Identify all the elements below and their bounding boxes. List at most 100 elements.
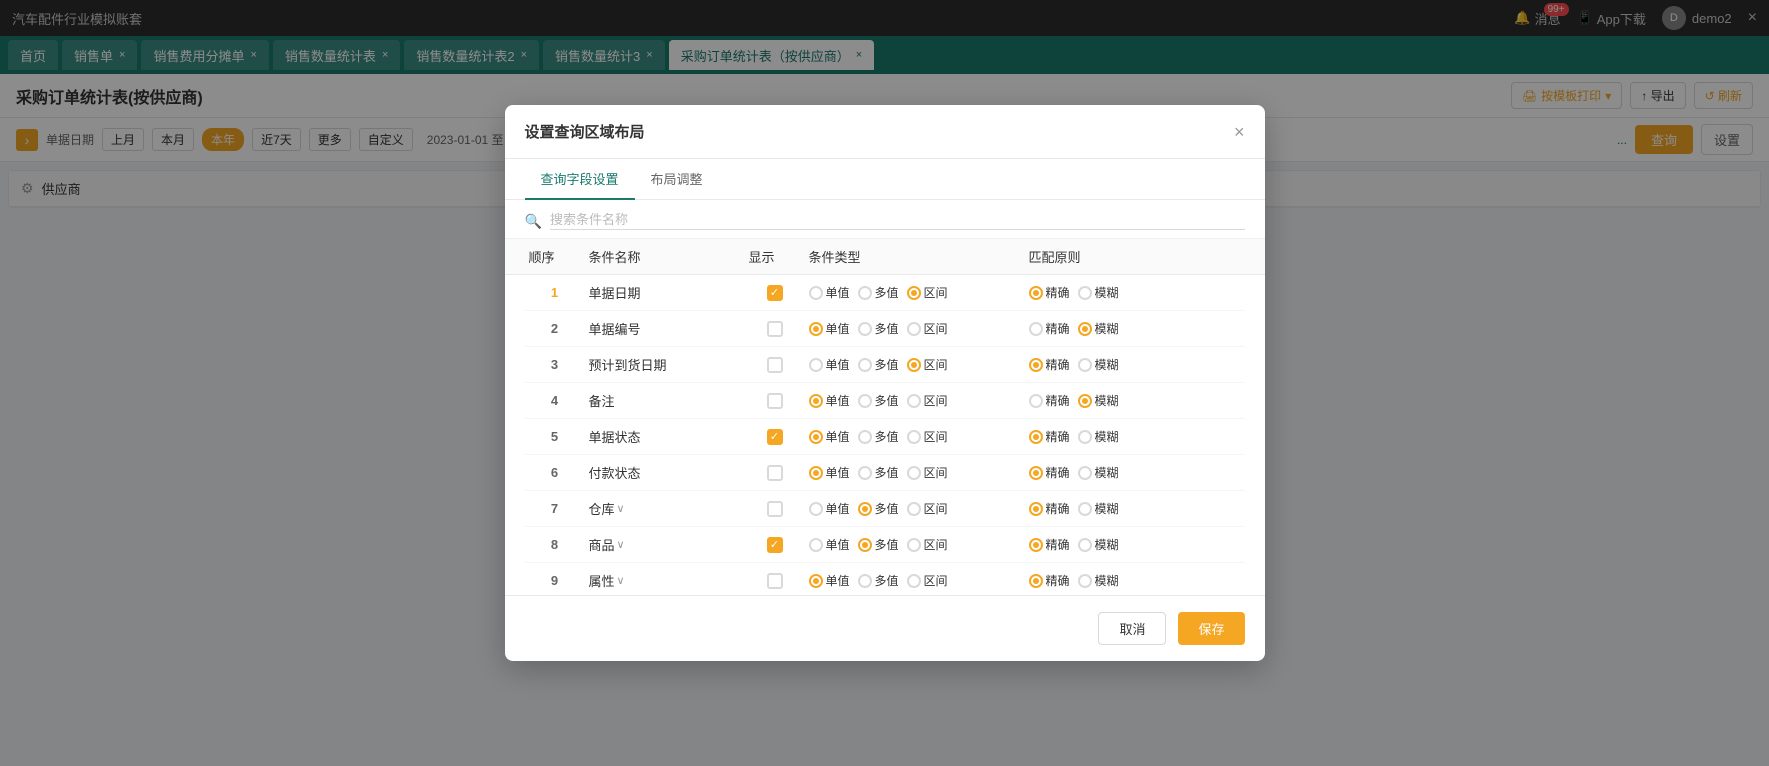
checkbox-6[interactable] xyxy=(767,465,783,481)
type-6: 单值 多值 区间 xyxy=(805,456,1025,489)
display-4[interactable] xyxy=(745,385,805,417)
match-radio-group-6: 精确 模糊 xyxy=(1029,464,1119,481)
type-radio-8-single[interactable]: 单值 xyxy=(809,536,850,553)
radio-circle xyxy=(1029,394,1043,408)
match-radio-2-fuzzy[interactable]: 模糊 xyxy=(1078,320,1119,337)
modal-footer: 取消 保存 xyxy=(505,595,1265,661)
cancel-button[interactable]: 取消 xyxy=(1098,612,1166,645)
match-radio-7-exact[interactable]: 精确 xyxy=(1029,500,1070,517)
radio-circle xyxy=(858,322,872,336)
type-radio-2-multi[interactable]: 多值 xyxy=(858,320,899,337)
type-radio-2-single[interactable]: 单值 xyxy=(809,320,850,337)
type-radio-4-single[interactable]: 单值 xyxy=(809,392,850,409)
type-radio-5-multi[interactable]: 多值 xyxy=(858,428,899,445)
type-radio-7-multi[interactable]: 多值 xyxy=(858,500,899,517)
type-radio-group-2: 单值 多值 区间 xyxy=(809,320,948,337)
display-8[interactable] xyxy=(745,529,805,561)
checkbox-2[interactable] xyxy=(767,321,783,337)
match-radio-8-exact[interactable]: 精确 xyxy=(1029,536,1070,553)
radio-circle xyxy=(1078,574,1092,588)
type-1: 单值 多值 区间 xyxy=(805,276,1025,309)
type-radio-9-single[interactable]: 单值 xyxy=(809,572,850,589)
type-radio-5-range[interactable]: 区间 xyxy=(907,428,948,445)
radio-circle xyxy=(907,394,921,408)
type-radio-group-6: 单值 多值 区间 xyxy=(809,464,948,481)
checkbox-4[interactable] xyxy=(767,393,783,409)
seq-8: 8 xyxy=(525,529,585,560)
match-radio-9-exact[interactable]: 精确 xyxy=(1029,572,1070,589)
seq-2: 2 xyxy=(525,313,585,344)
display-9[interactable] xyxy=(745,565,805,596)
search-icon: 🔍 xyxy=(525,213,542,230)
match-radio-4-exact[interactable]: 精确 xyxy=(1029,392,1070,409)
radio-circle-selected xyxy=(907,286,921,300)
type-radio-9-range[interactable]: 区间 xyxy=(907,572,948,589)
match-radio-1-fuzzy[interactable]: 模糊 xyxy=(1078,284,1119,301)
match-radio-3-exact[interactable]: 精确 xyxy=(1029,356,1070,373)
match-radio-4-fuzzy[interactable]: 模糊 xyxy=(1078,392,1119,409)
display-5[interactable] xyxy=(745,421,805,453)
modal-close-button[interactable]: × xyxy=(1234,123,1245,141)
tab-layout-adjust-label: 布局调整 xyxy=(651,172,703,187)
type-radio-8-multi[interactable]: 多值 xyxy=(858,536,899,553)
checkbox-5[interactable] xyxy=(767,429,783,445)
type-radio-6-single[interactable]: 单值 xyxy=(809,464,850,481)
type-radio-2-range[interactable]: 区间 xyxy=(907,320,948,337)
th-display: 显示 xyxy=(745,239,805,274)
radio-circle-selected xyxy=(1029,574,1043,588)
radio-circle-selected xyxy=(1029,502,1043,516)
checkbox-8[interactable] xyxy=(767,537,783,553)
type-radio-4-multi[interactable]: 多值 xyxy=(858,392,899,409)
type-radio-group-1: 单值 多值 区间 xyxy=(809,284,948,301)
match-radio-3-fuzzy[interactable]: 模糊 xyxy=(1078,356,1119,373)
display-2[interactable] xyxy=(745,313,805,345)
table-row: 1 单据日期 单值 多值 xyxy=(525,275,1245,311)
checkbox-7[interactable] xyxy=(767,501,783,517)
type-radio-3-single[interactable]: 单值 xyxy=(809,356,850,373)
type-radio-4-range[interactable]: 区间 xyxy=(907,392,948,409)
type-radio-5-single[interactable]: 单值 xyxy=(809,428,850,445)
tab-query-fields[interactable]: 查询字段设置 xyxy=(525,159,635,200)
modal-overlay: 设置查询区域布局 × 查询字段设置 布局调整 🔍 顺序 条件名称 显示 条件类型 xyxy=(0,0,1769,766)
radio-circle-selected xyxy=(1078,394,1092,408)
match-radio-group-2: 精确 模糊 xyxy=(1029,320,1119,337)
match-7: 精确 模糊 xyxy=(1025,492,1225,525)
match-radio-5-fuzzy[interactable]: 模糊 xyxy=(1078,428,1119,445)
match-radio-5-exact[interactable]: 精确 xyxy=(1029,428,1070,445)
radio-circle xyxy=(1078,358,1092,372)
save-button[interactable]: 保存 xyxy=(1178,612,1244,645)
match-radio-6-fuzzy[interactable]: 模糊 xyxy=(1078,464,1119,481)
match-radio-6-exact[interactable]: 精确 xyxy=(1029,464,1070,481)
checkbox-9[interactable] xyxy=(767,573,783,589)
name-2: 单据编号 xyxy=(585,311,745,346)
search-input[interactable] xyxy=(550,212,1245,230)
checkbox-1[interactable] xyxy=(767,285,783,301)
match-radio-7-fuzzy[interactable]: 模糊 xyxy=(1078,500,1119,517)
match-radio-8-fuzzy[interactable]: 模糊 xyxy=(1078,536,1119,553)
type-radio-3-range[interactable]: 区间 xyxy=(907,356,948,373)
type-radio-1-single[interactable]: 单值 xyxy=(809,284,850,301)
match-radio-1-exact[interactable]: 精确 xyxy=(1029,284,1070,301)
type-radio-3-multi[interactable]: 多值 xyxy=(858,356,899,373)
checkbox-3[interactable] xyxy=(767,357,783,373)
name-7: 仓库 ∨ xyxy=(585,491,745,526)
match-2: 精确 模糊 xyxy=(1025,312,1225,345)
match-radio-9-fuzzy[interactable]: 模糊 xyxy=(1078,572,1119,589)
type-radio-9-multi[interactable]: 多值 xyxy=(858,572,899,589)
type-radio-6-multi[interactable]: 多值 xyxy=(858,464,899,481)
type-radio-7-range[interactable]: 区间 xyxy=(907,500,948,517)
type-radio-7-single[interactable]: 单值 xyxy=(809,500,850,517)
tab-layout-adjust[interactable]: 布局调整 xyxy=(635,159,719,200)
match-radio-2-exact[interactable]: 精确 xyxy=(1029,320,1070,337)
seq-1: 1 xyxy=(525,277,585,308)
type-radio-1-multi[interactable]: 多值 xyxy=(858,284,899,301)
display-7[interactable] xyxy=(745,493,805,525)
display-1[interactable] xyxy=(745,277,805,309)
display-3[interactable] xyxy=(745,349,805,381)
type-radio-6-range[interactable]: 区间 xyxy=(907,464,948,481)
match-radio-group-4: 精确 模糊 xyxy=(1029,392,1119,409)
type-radio-8-range[interactable]: 区间 xyxy=(907,536,948,553)
display-6[interactable] xyxy=(745,457,805,489)
type-radio-1-range[interactable]: 区间 xyxy=(907,284,948,301)
match-radio-group-5: 精确 模糊 xyxy=(1029,428,1119,445)
